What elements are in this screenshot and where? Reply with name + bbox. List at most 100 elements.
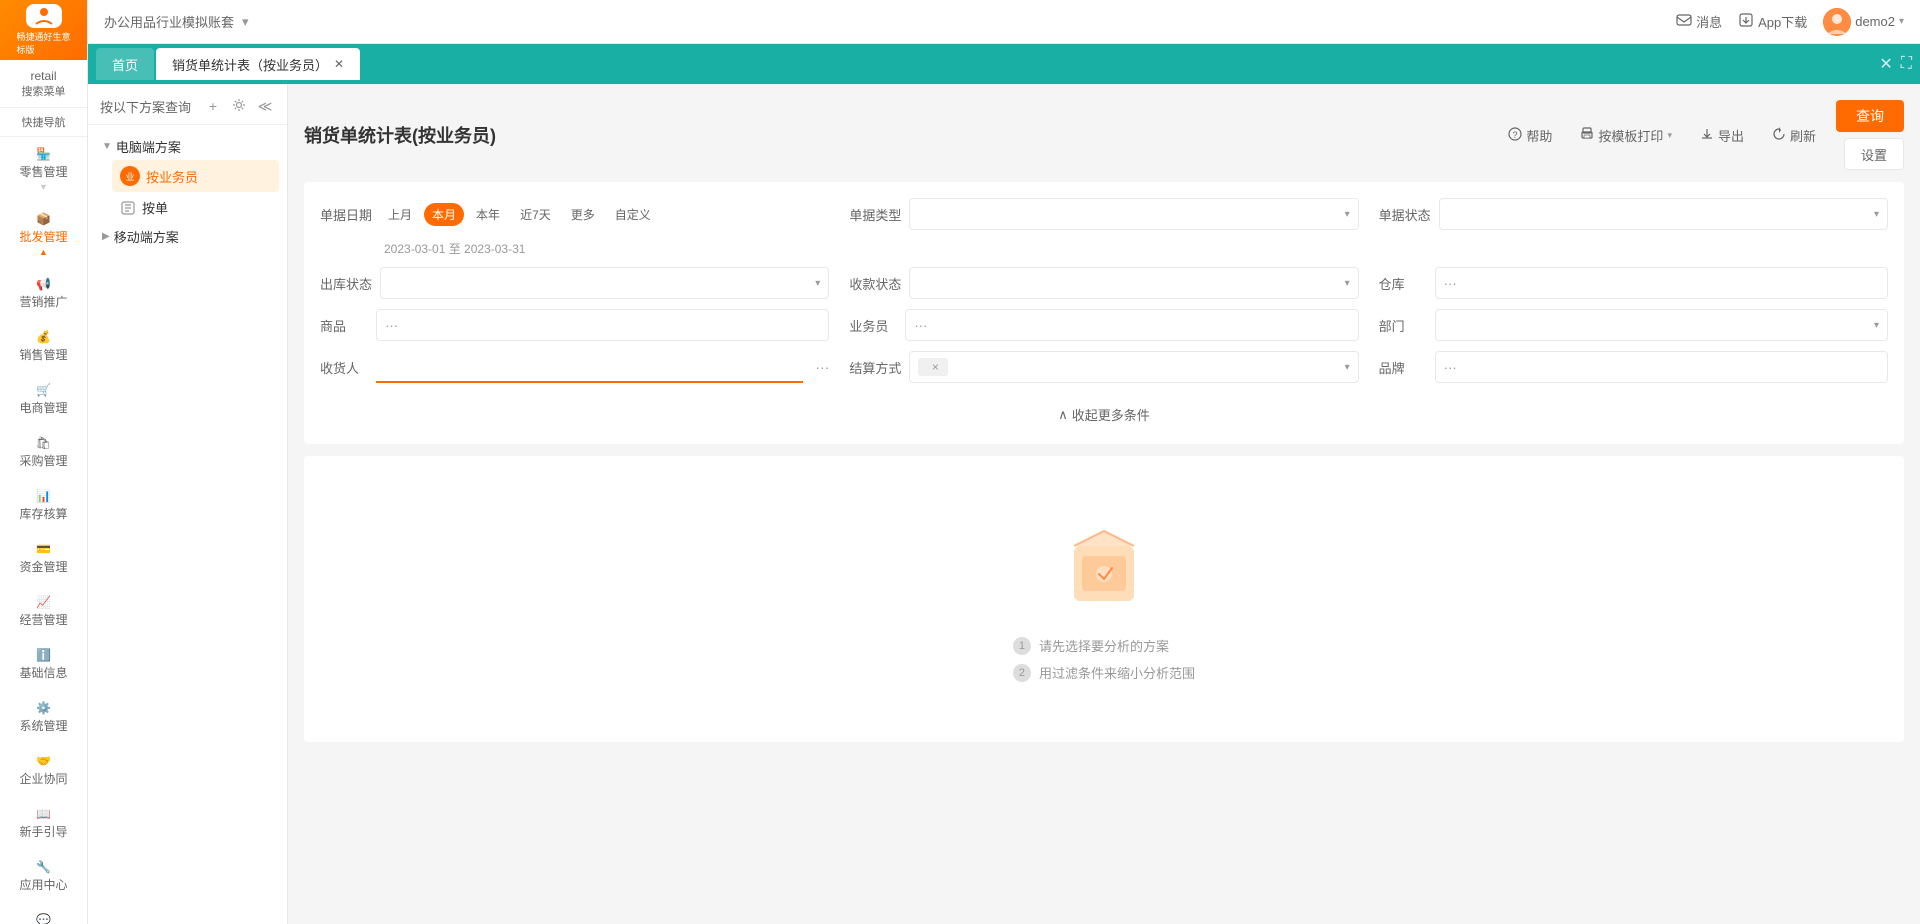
print-btn[interactable]: 按模板打印 ▾ <box>1572 122 1680 149</box>
app-download-btn[interactable]: App下载 <box>1738 12 1807 31</box>
tab-home[interactable]: 首页 <box>96 48 154 80</box>
wholesale-arrow: ▲ <box>39 247 48 257</box>
quick-nav[interactable]: 快捷导航 <box>0 108 87 137</box>
logo-text: 畅捷通好生意 标版 <box>16 30 70 56</box>
top-header: 办公用品行业模拟账套 ▾ 消息 <box>88 0 1920 44</box>
breadcrumb-arrow-icon[interactable]: ▾ <box>242 14 249 30</box>
help-icon: ? <box>1508 127 1522 144</box>
sidebar-item-basic[interactable]: ℹ️ 基础信息 <box>0 638 87 691</box>
sidebar-item-apps[interactable]: 🔧 应用中心 <box>0 850 87 903</box>
sidebar-item-operation[interactable]: 📈 经营管理 <box>0 585 87 638</box>
tree-child-salesman[interactable]: 业 按业务员 <box>112 160 279 192</box>
brand-label: 品牌 <box>1379 358 1427 377</box>
warehouse-filter-item: 仓库 ··· <box>1379 267 1888 299</box>
refresh-icon <box>1772 127 1786 144</box>
empty-tip-1: 1 请先选择要分析的方案 <box>1013 636 1195 655</box>
help-btn[interactable]: ? 帮助 <box>1500 122 1560 149</box>
receiver-label: 收货人 <box>320 358 368 377</box>
brand-filter-item: 品牌 ··· <box>1379 351 1888 383</box>
tree-desktop[interactable]: ▼ 电脑端方案 <box>96 133 279 160</box>
app-download-label: App下载 <box>1758 12 1807 31</box>
payment-status-select[interactable]: ▾ <box>909 267 1358 299</box>
sidebar-item-wholesale[interactable]: 📦 批发管理 ▲ <box>0 202 87 267</box>
tab-close-window-icon[interactable]: ✕ <box>1879 54 1892 74</box>
page-title-bar: 销货单统计表(按业务员) ? 帮助 <box>304 100 1904 170</box>
collapse-label: 收起更多条件 <box>1072 405 1150 424</box>
tab-close-icon[interactable]: ✕ <box>334 57 344 71</box>
retail-arrow: ▼ <box>39 182 48 192</box>
sidebar-item-enterprise[interactable]: 🤝 企业协同 <box>0 744 87 797</box>
sidebar-item-system[interactable]: ⚙️ 系统管理 <box>0 691 87 744</box>
settings-scheme-btn[interactable] <box>229 96 249 116</box>
sidebar-item-sales[interactable]: 💰 销售管理 <box>0 320 87 373</box>
sidebar-item-guide[interactable]: 📖 新手引导 <box>0 797 87 850</box>
logo-icon <box>26 4 62 28</box>
user-menu[interactable]: demo2 ▾ <box>1823 8 1904 36</box>
settlement-select[interactable]: × ▾ <box>909 351 1358 383</box>
enterprise-icon: 🤝 <box>36 754 51 768</box>
date-tabs: 上月 本月 本年 近7天 更多 自定义 <box>380 203 659 226</box>
payment-status-arrow-icon: ▾ <box>1345 278 1350 289</box>
tree-mobile[interactable]: ▶ 移动端方案 <box>96 223 279 250</box>
date-tab-custom[interactable]: 自定义 <box>607 203 659 226</box>
date-tab-this-year[interactable]: 本年 <box>468 203 508 226</box>
settlement-tag-close-icon[interactable]: × <box>928 360 942 374</box>
tab-sales-stat[interactable]: 销货单统计表（按业务员） ✕ <box>156 48 360 80</box>
collapse-panel-icon: ≪ <box>258 98 273 115</box>
sidebar-item-marketing[interactable]: 📢 营销推广 <box>0 267 87 320</box>
tip-num-2: 2 <box>1013 664 1031 682</box>
settings-btn[interactable]: 设置 <box>1844 138 1904 170</box>
collapse-btn[interactable]: ∧ 收起更多条件 <box>1046 401 1162 428</box>
sidebar-item-wechat[interactable]: 💬 企业微信 <box>0 903 87 924</box>
search-label: retail <box>30 69 56 83</box>
finance-icon: 💳 <box>36 542 51 556</box>
sidebar-item-finance[interactable]: 💳 资金管理 <box>0 532 87 585</box>
sidebar-item-inventory[interactable]: 📊 库存核算 <box>0 479 87 532</box>
collapse-up-icon: ∧ <box>1058 407 1068 423</box>
payment-status-label: 收款状态 <box>849 274 901 293</box>
warehouse-label: 仓库 <box>1379 274 1427 293</box>
date-tab-more[interactable]: 更多 <box>563 203 603 226</box>
header-right: 消息 App下载 de <box>1676 8 1904 36</box>
sidebar-search[interactable]: retail 搜索菜单 <box>0 60 87 108</box>
date-label: 单据日期 <box>320 205 372 224</box>
refresh-btn[interactable]: 刷新 <box>1764 122 1824 149</box>
user-name: demo2 <box>1855 14 1895 29</box>
sidebar-item-purchase[interactable]: 🛍 采购管理 <box>0 426 87 479</box>
tree-child-order[interactable]: 按单 <box>112 192 279 223</box>
order-type-select[interactable]: ▾ <box>909 198 1358 230</box>
left-panel: 按以下方案查询 + ≪ <box>88 84 288 924</box>
goods-select[interactable]: ··· <box>376 309 829 341</box>
order-type-arrow-icon: ▾ <box>1345 209 1350 220</box>
operation-label: 经营管理 <box>19 611 67 628</box>
brand-select[interactable]: ··· <box>1435 351 1888 383</box>
order-status-select[interactable]: ▾ <box>1439 198 1888 230</box>
message-btn[interactable]: 消息 <box>1676 12 1722 31</box>
system-label: 系统管理 <box>19 717 67 734</box>
date-tab-this-month[interactable]: 本月 <box>424 203 464 226</box>
salesman-filter-item: 业务员 ··· <box>849 309 1358 341</box>
tab-expand-icon[interactable]: ⛶ <box>1901 55 1912 73</box>
collapse-panel-btn[interactable]: ≪ <box>255 96 275 116</box>
receiver-dots-icon[interactable]: ··· <box>815 359 829 375</box>
sidebar-item-retail[interactable]: 🏪 零售管理 ▼ <box>0 137 87 202</box>
apps-icon: 🔧 <box>36 860 51 874</box>
tree-desktop-children: 业 按业务员 按单 <box>96 160 279 223</box>
stock-status-select[interactable]: ▾ <box>380 267 829 299</box>
add-scheme-btn[interactable]: + <box>203 96 223 116</box>
sidebar-item-ecommerce[interactable]: 🛒 电商管理 <box>0 373 87 426</box>
export-btn[interactable]: 导出 <box>1692 122 1752 149</box>
date-tab-7days[interactable]: 近7天 <box>512 203 559 226</box>
warehouse-select[interactable]: ··· <box>1435 267 1888 299</box>
empty-tips: 1 请先选择要分析的方案 2 用过滤条件来缩小分析范围 <box>1013 636 1195 682</box>
retail-label: 零售管理 <box>19 163 67 180</box>
query-btn[interactable]: 查询 <box>1836 100 1904 132</box>
purchase-icon: 🛍 <box>36 436 51 450</box>
salesman-select[interactable]: ··· <box>905 309 1358 341</box>
receiver-filter-item: 收货人 ··· <box>320 351 829 383</box>
stock-status-label: 出库状态 <box>320 274 372 293</box>
finance-label: 资金管理 <box>19 558 67 575</box>
department-select[interactable]: ▾ <box>1435 309 1888 341</box>
receiver-input[interactable] <box>376 351 803 383</box>
date-tab-last-month[interactable]: 上月 <box>380 203 420 226</box>
